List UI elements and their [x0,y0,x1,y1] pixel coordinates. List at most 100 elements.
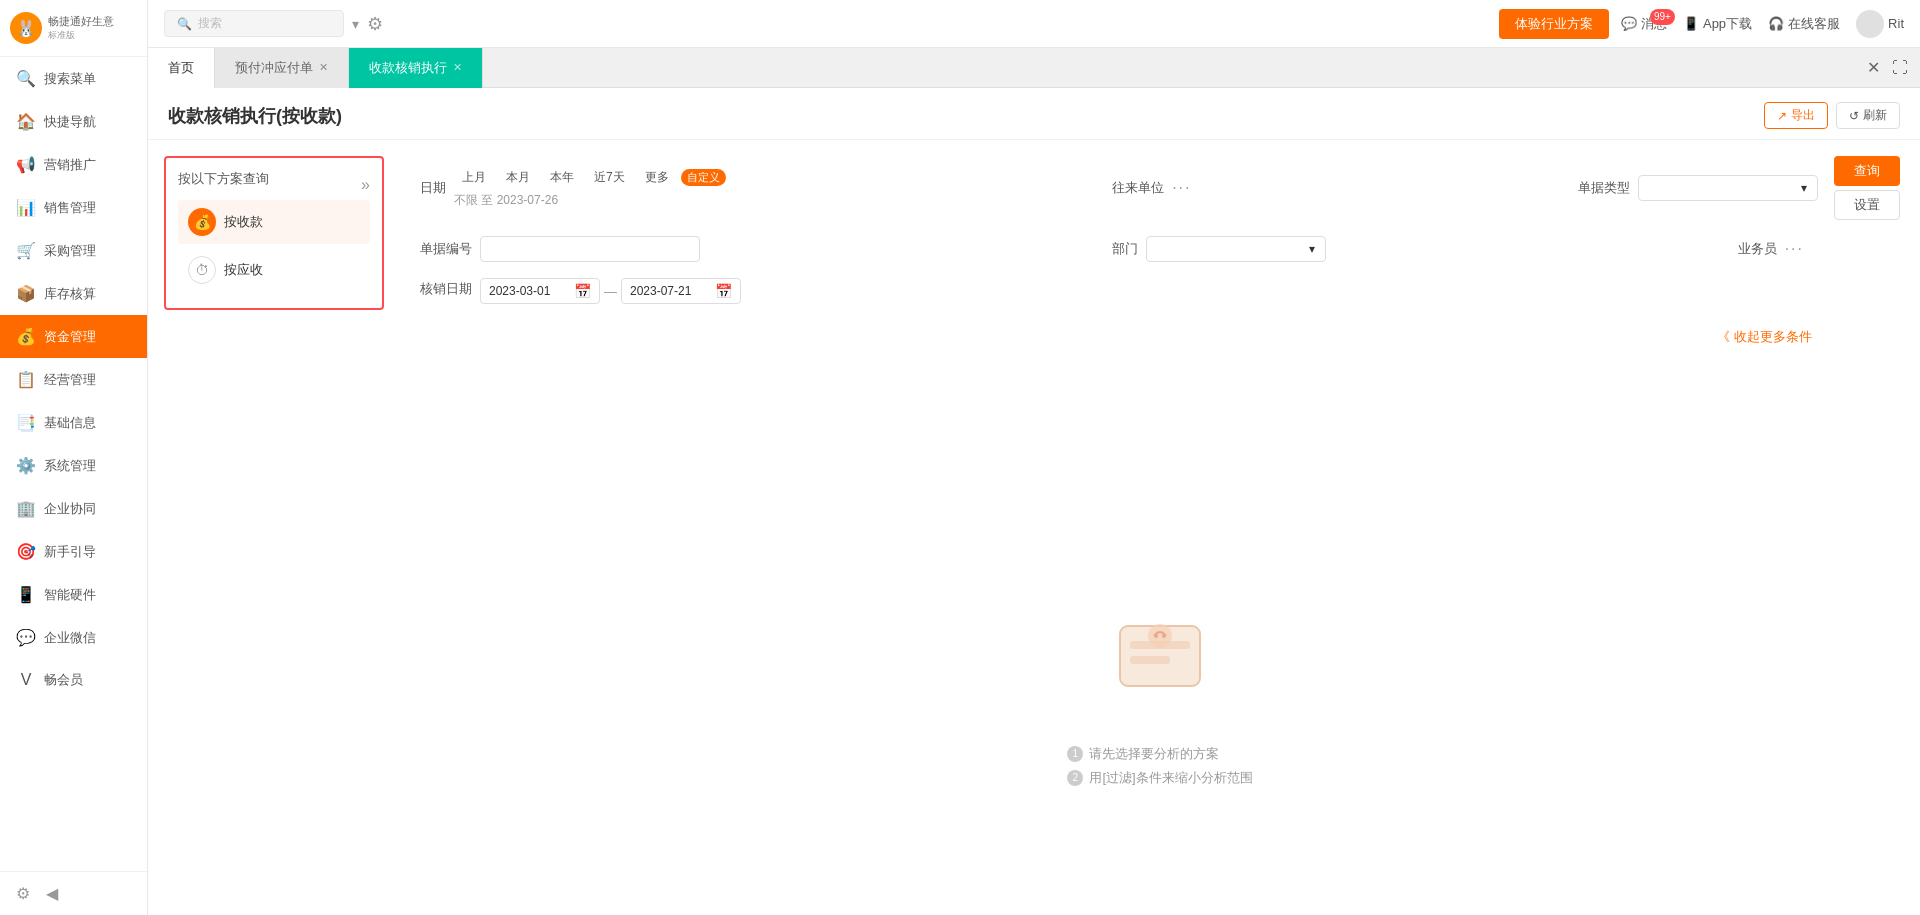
refresh-icon: ↺ [1849,109,1859,123]
tab-receipt-label: 收款核销执行 [369,59,447,77]
sidebar-item-system[interactable]: ⚙️ 系统管理 [0,444,147,487]
filter-row-3: 核销日期 2023-03-01 📅 — 2023-07-21 📅 [420,274,1900,304]
by-receipt-icon: 💰 [188,208,216,236]
tab-bar: 首页 预付冲应付单 ✕ 收款核销执行 ✕ ✕ ⛶ [148,48,1920,88]
department-label: 部门 [1112,240,1138,258]
settings-gear-icon[interactable]: ⚙ [367,13,383,35]
tab-receipt-close-icon[interactable]: ✕ [453,61,462,74]
salesperson-label: 业务员 [1738,240,1777,258]
sidebar-item-guide[interactable]: 🎯 新手引导 [0,530,147,573]
sidebar-item-inventory[interactable]: 📦 库存核算 [0,272,147,315]
sidebar-item-quick-nav[interactable]: 🏠 快捷导航 [0,100,147,143]
tab-home[interactable]: 首页 [148,48,215,88]
query-panel: 按以下方案查询 » 💰 按收款 ⏱ 按应收 [164,156,384,310]
sidebar-item-search[interactable]: 🔍 搜索菜单 [0,57,147,100]
counterpart-ellipsis[interactable]: ··· [1172,179,1191,197]
sidebar-label-wechat: 企业微信 [44,629,96,647]
sidebar-item-finance[interactable]: 💰 资金管理 [0,315,147,358]
svg-point-4 [1154,634,1158,638]
query-option-by-receivable[interactable]: ⏱ 按应收 [178,248,370,292]
query-panel-collapse-icon[interactable]: » [361,176,370,194]
sidebar-item-member[interactable]: V 畅会员 [0,659,147,701]
service-action[interactable]: 🎧 在线客服 [1768,15,1840,33]
department-select[interactable]: ▾ [1146,236,1326,262]
verification-date-filter-item: 核销日期 2023-03-01 📅 — 2023-07-21 📅 [420,274,741,304]
search-box[interactable]: 🔍 搜索 [164,10,344,37]
header-actions: 💬 消息 99+ 📱 App下载 🎧 在线客服 Rit [1621,10,1904,38]
tip-num-1: 1 [1067,746,1083,762]
tab-receipt-offset[interactable]: 收款核销执行 ✕ [349,48,483,88]
verification-date-range: 2023-03-01 📅 — 2023-07-21 📅 [480,278,741,304]
page-content: 收款核销执行(按收款) ↗ 导出 ↺ 刷新 按以下方案查询 » [148,88,1920,915]
sidebar-item-basic-info[interactable]: 📑 基础信息 [0,401,147,444]
settings-icon[interactable]: ⚙ [16,884,30,903]
sidebar-item-hardware[interactable]: 📱 智能硬件 [0,573,147,616]
tab-close-all-btn[interactable]: ✕ [1863,54,1884,81]
date-btn-more[interactable]: 更多 [637,167,677,188]
salesperson-filter-item: 业务员 ··· [1738,240,1804,258]
salesperson-ellipsis[interactable]: ··· [1785,240,1804,258]
user-name: Rit [1888,16,1904,31]
date-btn-7days[interactable]: 近7天 [586,167,633,188]
query-button[interactable]: 查询 [1834,156,1900,186]
department-select-arrow-icon: ▾ [1309,242,1315,256]
verification-date-start[interactable]: 2023-03-01 📅 [480,278,600,304]
sidebar-icon-finance: 💰 [16,327,36,346]
app-icon: 📱 [1683,16,1699,31]
dropdown-arrow-icon[interactable]: ▾ [352,16,359,32]
sidebar-item-enterprise[interactable]: 🏢 企业协同 [0,487,147,530]
date-btn-last-month[interactable]: 上月 [454,167,494,188]
refresh-button[interactable]: ↺ 刷新 [1836,102,1900,129]
search-icon: 🔍 [177,17,192,31]
app-label: App下载 [1703,15,1752,33]
filter-row-2: 单据编号 部门 ▾ 业务 [420,236,1900,262]
sidebar-item-sales[interactable]: 📊 销售管理 [0,186,147,229]
settings-button[interactable]: 设置 [1834,190,1900,220]
sidebar-item-operations[interactable]: 📋 经营管理 [0,358,147,401]
refresh-label: 刷新 [1863,107,1887,124]
svg-point-5 [1162,634,1166,638]
tab-prepay[interactable]: 预付冲应付单 ✕ [215,48,349,88]
filter-form: 日期 上月 本月 本年 近7天 更多 自定义 [400,140,1920,484]
app-download-action[interactable]: 📱 App下载 [1683,15,1752,33]
document-type-select[interactable]: ▾ [1638,175,1818,201]
sidebar-icon-hardware: 📱 [16,585,36,604]
verification-date-end[interactable]: 2023-07-21 📅 [621,278,741,304]
calendar-end-icon[interactable]: 📅 [715,283,732,299]
collapse-sidebar-icon[interactable]: ◀ [46,884,58,903]
sidebar-label-guide: 新手引导 [44,543,96,561]
logo-badge: 标准版 [48,29,114,42]
department-filter-item: 部门 ▾ [1112,236,1326,262]
sidebar-item-wechat[interactable]: 💬 企业微信 [0,616,147,659]
search-placeholder: 搜索 [198,15,222,32]
date-custom-badge[interactable]: 自定义 [681,169,726,186]
sidebar-icon-quick-nav: 🏠 [16,112,36,131]
page-title-bar: 收款核销执行(按收款) ↗ 导出 ↺ 刷新 [148,88,1920,140]
solution-button[interactable]: 体验行业方案 [1499,9,1609,39]
date-btn-this-year[interactable]: 本年 [542,167,582,188]
empty-tips: 1 请先选择要分析的方案 2 用[过滤]条件来缩小分析范围 [1067,745,1252,793]
sidebar-label-member: 畅会员 [44,671,83,689]
date-btn-this-month[interactable]: 本月 [498,167,538,188]
tab-home-label: 首页 [168,59,194,77]
collapse-more-btn[interactable]: 《 收起更多条件 [1717,324,1812,350]
receipt-number-input[interactable] [480,236,700,262]
date-filter-item: 日期 上月 本月 本年 近7天 更多 自定义 [420,167,726,209]
export-button[interactable]: ↗ 导出 [1764,102,1828,129]
sidebar-item-marketing[interactable]: 📢 营销推广 [0,143,147,186]
tab-prepay-close-icon[interactable]: ✕ [319,61,328,74]
sidebar-icon-operations: 📋 [16,370,36,389]
query-option-by-receipt[interactable]: 💰 按收款 [178,200,370,244]
filter-area: 按以下方案查询 » 💰 按收款 ⏱ 按应收 日 [148,140,1920,915]
user-profile[interactable]: Rit [1856,10,1904,38]
export-label: 导出 [1791,107,1815,124]
sidebar-icon-sales: 📊 [16,198,36,217]
sidebar-item-purchase[interactable]: 🛒 采购管理 [0,229,147,272]
message-action[interactable]: 💬 消息 99+ [1621,15,1667,33]
tab-expand-btn[interactable]: ⛶ [1888,55,1912,81]
calendar-start-icon[interactable]: 📅 [574,283,591,299]
sidebar-logo: 🐰 畅捷通好生意 标准版 [0,0,147,57]
service-label: 在线客服 [1788,15,1840,33]
tip-num-2: 2 [1067,770,1083,786]
receipt-number-filter-item: 单据编号 [420,236,700,262]
